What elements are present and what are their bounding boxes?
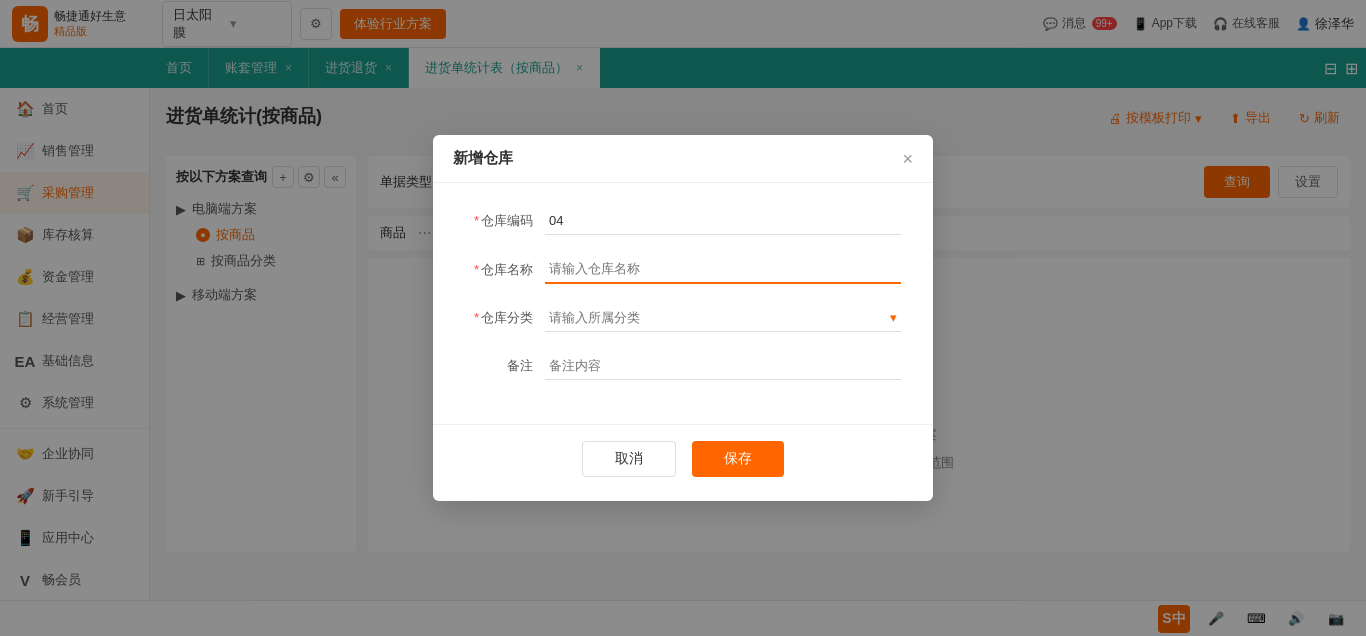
code-input[interactable] (545, 207, 901, 235)
form-row-name: *仓库名称 (465, 255, 901, 284)
cancel-button[interactable]: 取消 (582, 441, 676, 477)
save-button[interactable]: 保存 (692, 441, 784, 477)
modal-body: *仓库编码 *仓库名称 *仓库分类 ▾ (433, 183, 933, 424)
category-dropdown-arrow[interactable]: ▾ (890, 310, 897, 325)
modal-close-button[interactable]: × (902, 150, 913, 168)
note-input[interactable] (545, 352, 901, 380)
category-select-container: ▾ (545, 304, 901, 332)
form-row-category: *仓库分类 ▾ (465, 304, 901, 332)
code-label: *仓库编码 (465, 212, 545, 230)
note-label: 备注 (465, 357, 545, 375)
name-label: *仓库名称 (465, 261, 545, 279)
form-row-code: *仓库编码 (465, 207, 901, 235)
modal-overlay: 新增仓库 × *仓库编码 *仓库名称 *仓库分类 (0, 0, 1366, 636)
name-input[interactable] (545, 255, 901, 284)
category-label: *仓库分类 (465, 309, 545, 327)
form-row-note: 备注 (465, 352, 901, 380)
add-warehouse-modal: 新增仓库 × *仓库编码 *仓库名称 *仓库分类 (433, 135, 933, 501)
modal-footer: 取消 保存 (433, 424, 933, 501)
category-input[interactable] (549, 310, 890, 325)
modal-header: 新增仓库 × (433, 135, 933, 183)
modal-title: 新增仓库 (453, 149, 513, 168)
